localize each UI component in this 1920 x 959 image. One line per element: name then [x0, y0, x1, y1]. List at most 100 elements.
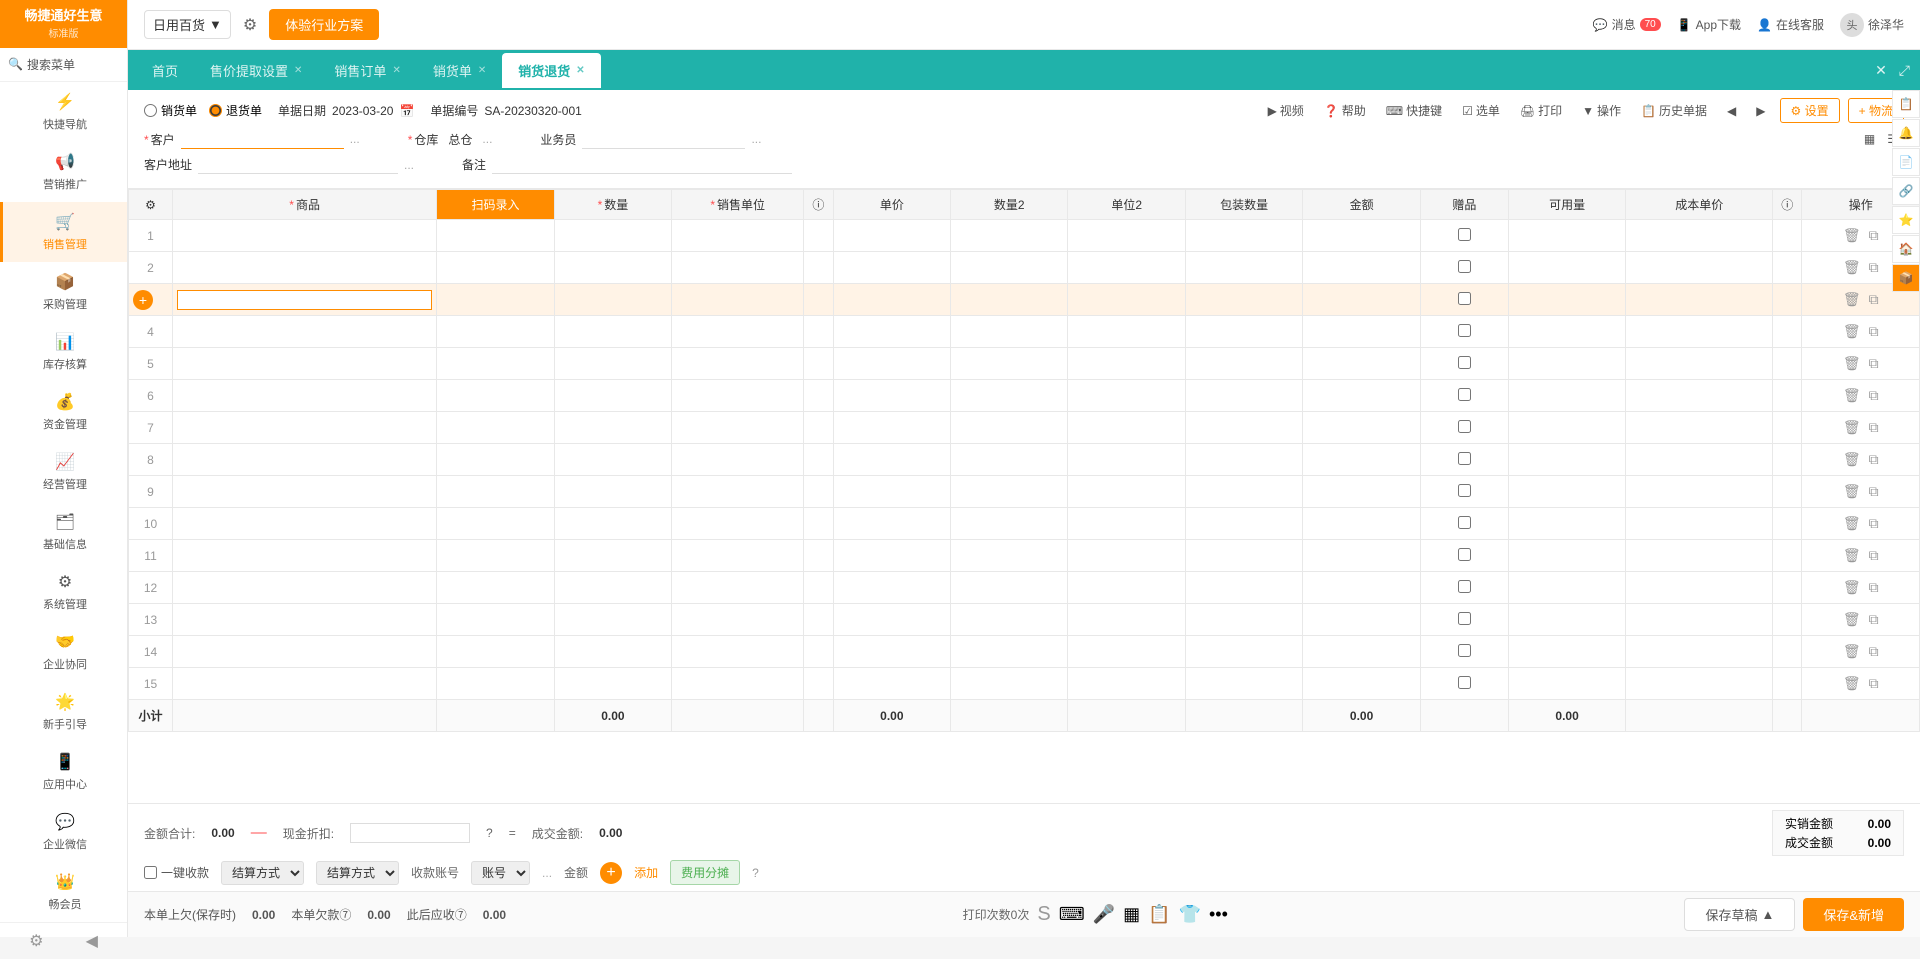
radio-sales[interactable]: 销货单	[144, 102, 197, 119]
quantity2-cell[interactable]	[951, 604, 1068, 636]
scan-cell[interactable]	[437, 348, 554, 380]
quantity-cell[interactable]	[554, 380, 671, 412]
quantity2-cell[interactable]	[951, 412, 1068, 444]
scan-cell[interactable]	[437, 284, 554, 316]
col-settings[interactable]: ⚙	[129, 190, 173, 220]
quantity-cell[interactable]	[554, 476, 671, 508]
gift-cell[interactable]	[1420, 572, 1508, 604]
unit-info-cell[interactable]	[804, 540, 833, 572]
scan-cell[interactable]	[437, 604, 554, 636]
gift-checkbox[interactable]	[1458, 516, 1471, 529]
gift-cell[interactable]	[1420, 668, 1508, 700]
product-cell[interactable]	[173, 252, 437, 284]
gift-checkbox[interactable]	[1458, 484, 1471, 497]
radio-return[interactable]: 退货单	[209, 102, 262, 119]
unit-cell[interactable]	[672, 444, 804, 476]
amount-cell[interactable]	[1303, 476, 1420, 508]
price-cell[interactable]	[833, 476, 950, 508]
pack-qty-cell[interactable]	[1185, 220, 1302, 252]
quantity2-cell[interactable]	[951, 252, 1068, 284]
product-cell[interactable]	[173, 284, 437, 316]
copy-row-icon[interactable]: ⧉	[1869, 259, 1879, 276]
unit-cell[interactable]	[672, 316, 804, 348]
pack-qty-cell[interactable]	[1185, 508, 1302, 540]
delete-row-icon[interactable]: 🗑	[1843, 451, 1861, 468]
amount-cell[interactable]	[1303, 220, 1420, 252]
help-btn[interactable]: ❓ 帮助	[1318, 98, 1372, 123]
amount-cell[interactable]	[1303, 668, 1420, 700]
pack-qty-cell[interactable]	[1185, 348, 1302, 380]
gift-checkbox[interactable]	[1458, 452, 1471, 465]
scan-cell[interactable]	[437, 380, 554, 412]
unit-info-cell[interactable]	[804, 508, 833, 540]
tab-home[interactable]: 首页	[136, 53, 194, 88]
sidebar-item-marketing[interactable]: 📢 营销推广	[0, 142, 127, 202]
copy-row-icon[interactable]: ⧉	[1869, 419, 1879, 436]
unit-cell[interactable]	[672, 636, 804, 668]
tab-sales-order[interactable]: 销售订单 ✕	[318, 53, 416, 88]
sidebar-item-basic[interactable]: 🗂 基础信息	[0, 502, 127, 562]
quantity-cell[interactable]	[554, 508, 671, 540]
user-menu[interactable]: 头 徐泽华	[1840, 13, 1904, 37]
unit2-cell[interactable]	[1068, 316, 1185, 348]
sidebar-item-apps[interactable]: 📱 应用中心	[0, 742, 127, 802]
qr-icon[interactable]: ▦	[1123, 904, 1140, 925]
product-cell[interactable]	[173, 508, 437, 540]
price-cell[interactable]	[833, 220, 950, 252]
gift-cell[interactable]	[1420, 540, 1508, 572]
unit2-cell[interactable]	[1068, 444, 1185, 476]
sidebar-item-system[interactable]: ⚙ 系统管理	[0, 562, 127, 622]
copy-row-icon[interactable]: ⧉	[1869, 643, 1879, 660]
unit-info-cell[interactable]	[804, 252, 833, 284]
app-download-btn[interactable]: 📱 App下载	[1677, 16, 1741, 33]
amount-cell[interactable]	[1303, 348, 1420, 380]
expand-tabs-icon[interactable]: ⤢	[1897, 60, 1912, 81]
one-click-collect-check[interactable]: 一键收款	[144, 864, 209, 881]
pack-qty-cell[interactable]	[1185, 412, 1302, 444]
discount-input[interactable]	[350, 823, 470, 843]
unit2-cell[interactable]	[1068, 508, 1185, 540]
gift-checkbox[interactable]	[1458, 644, 1471, 657]
gift-cell[interactable]	[1420, 604, 1508, 636]
more-footer-icon[interactable]: •••	[1209, 904, 1228, 925]
copy-row-icon[interactable]: ⧉	[1869, 611, 1879, 628]
sidebar-item-purchase[interactable]: 📦 采购管理	[0, 262, 127, 322]
tab-sales-return[interactable]: 销货退货 ✕	[502, 53, 600, 88]
copy-row-icon[interactable]: ⧉	[1869, 323, 1879, 340]
product-cell[interactable]	[173, 412, 437, 444]
product-cell[interactable]	[173, 348, 437, 380]
unit-cell[interactable]	[672, 604, 804, 636]
scan-cell[interactable]	[437, 540, 554, 572]
tab-price-settings[interactable]: 售价提取设置 ✕	[194, 53, 318, 88]
delete-row-icon[interactable]: 🗑	[1843, 419, 1861, 436]
amount-cell[interactable]	[1303, 636, 1420, 668]
product-cell[interactable]	[173, 444, 437, 476]
delete-row-icon[interactable]: 🗑	[1843, 515, 1861, 532]
amount-cell[interactable]	[1303, 284, 1420, 316]
select-btn[interactable]: ☑ 选单	[1456, 98, 1506, 123]
unit-info-cell[interactable]	[804, 284, 833, 316]
unit-info-cell[interactable]	[804, 380, 833, 412]
unit2-cell[interactable]	[1068, 284, 1185, 316]
price-cell[interactable]	[833, 540, 950, 572]
quantity2-cell[interactable]	[951, 284, 1068, 316]
scan-cell[interactable]	[437, 444, 554, 476]
customer-dots[interactable]: ...	[350, 132, 360, 146]
sidebar-item-newuser[interactable]: 🌟 新手引导	[0, 682, 127, 742]
sidebar-item-enterprise[interactable]: 🤝 企业协同	[0, 622, 127, 682]
product-cell[interactable]	[173, 316, 437, 348]
quantity-cell[interactable]	[554, 540, 671, 572]
unit-cell[interactable]	[672, 540, 804, 572]
quantity-cell[interactable]	[554, 252, 671, 284]
sidebar-item-operations[interactable]: 📈 经营管理	[0, 442, 127, 502]
quantity2-cell[interactable]	[951, 540, 1068, 572]
copy-row-icon[interactable]: ⧉	[1869, 387, 1879, 404]
copy-row-icon[interactable]: ⧉	[1869, 451, 1879, 468]
keyboard-footer-icon[interactable]: ⌨	[1059, 904, 1085, 925]
unit2-cell[interactable]	[1068, 348, 1185, 380]
quantity-cell[interactable]	[554, 444, 671, 476]
price-cell[interactable]	[833, 316, 950, 348]
quantity-cell[interactable]	[554, 668, 671, 700]
unit-info-cell[interactable]	[804, 604, 833, 636]
pack-qty-cell[interactable]	[1185, 316, 1302, 348]
